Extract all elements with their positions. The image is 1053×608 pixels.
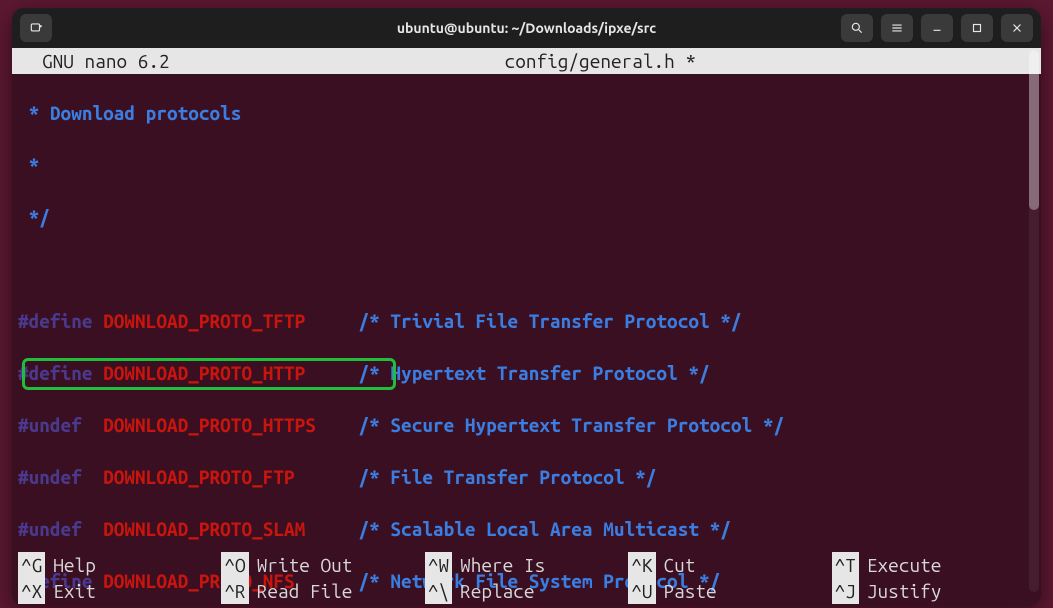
- comment-ftp: /* File Transfer Protocol */: [359, 466, 657, 488]
- footer-paste[interactable]: ^UPaste: [628, 578, 831, 604]
- preproc-undef: #undef: [18, 466, 92, 488]
- minimize-button[interactable]: [921, 14, 953, 42]
- comment-line: *: [18, 154, 39, 176]
- new-tab-icon: [29, 21, 43, 35]
- terminal-body[interactable]: GNU nano 6.2 config/general.h * * Downlo…: [12, 48, 1041, 606]
- macro-http: DOWNLOAD_PROTO_HTTP: [103, 362, 305, 384]
- footer-help[interactable]: ^GHelp: [18, 552, 221, 578]
- menu-button[interactable]: [881, 14, 913, 42]
- comment-tftp: /* Trivial File Transfer Protocol */: [359, 310, 742, 332]
- hamburger-icon: [890, 21, 904, 35]
- preproc-define: #define: [18, 310, 92, 332]
- footer-cut[interactable]: ^KCut: [628, 552, 831, 578]
- nano-file-name: config/general.h *: [170, 48, 1031, 74]
- minimize-icon: [930, 21, 944, 35]
- maximize-icon: [970, 21, 984, 35]
- preproc-undef: #undef: [18, 518, 92, 540]
- search-button[interactable]: [841, 14, 873, 42]
- scrollbar-thumb[interactable]: [1029, 50, 1039, 210]
- preproc-define: #define: [18, 362, 92, 384]
- comment-http: /* Hypertext Transfer Protocol */: [359, 362, 710, 384]
- macro-https: DOWNLOAD_PROTO_HTTPS: [103, 414, 316, 436]
- footer-whereis[interactable]: ^WWhere Is: [425, 552, 628, 578]
- nano-app-name: GNU nano 6.2: [22, 48, 170, 74]
- footer-execute[interactable]: ^TExecute: [832, 552, 1035, 578]
- footer-justify[interactable]: ^JJustify: [832, 578, 1035, 604]
- close-icon: [1010, 21, 1024, 35]
- comment-https: /* Secure Hypertext Transfer Protocol */: [359, 414, 785, 436]
- comment-slam: /* Scalable Local Area Multicast */: [359, 518, 731, 540]
- terminal-window: ubuntu@ubuntu: ~/Downloads/ipxe/src: [12, 8, 1041, 606]
- comment-line: */: [18, 206, 50, 228]
- footer-writeout[interactable]: ^OWrite Out: [221, 552, 424, 578]
- new-tab-button[interactable]: [20, 14, 52, 42]
- scrollbar[interactable]: [1029, 50, 1039, 592]
- macro-tftp: DOWNLOAD_PROTO_TFTP: [103, 310, 305, 332]
- nano-header: GNU nano 6.2 config/general.h *: [12, 48, 1041, 74]
- footer-exit[interactable]: ^XExit: [18, 578, 221, 604]
- macro-ftp: DOWNLOAD_PROTO_FTP: [103, 466, 295, 488]
- footer-readfile[interactable]: ^RRead File: [221, 578, 424, 604]
- comment-line: * Download protocols: [18, 102, 241, 124]
- search-icon: [850, 21, 864, 35]
- maximize-button[interactable]: [961, 14, 993, 42]
- nano-footer: ^GHelp ^OWrite Out ^WWhere Is ^KCut ^TEx…: [18, 552, 1035, 604]
- macro-slam: DOWNLOAD_PROTO_SLAM: [103, 518, 305, 540]
- editor-area[interactable]: * Download protocols * */ #define DOWNLO…: [12, 74, 1041, 606]
- preproc-undef: #undef: [18, 414, 92, 436]
- footer-replace[interactable]: ^\Replace: [425, 578, 628, 604]
- titlebar: ubuntu@ubuntu: ~/Downloads/ipxe/src: [12, 8, 1041, 48]
- close-button[interactable]: [1001, 14, 1033, 42]
